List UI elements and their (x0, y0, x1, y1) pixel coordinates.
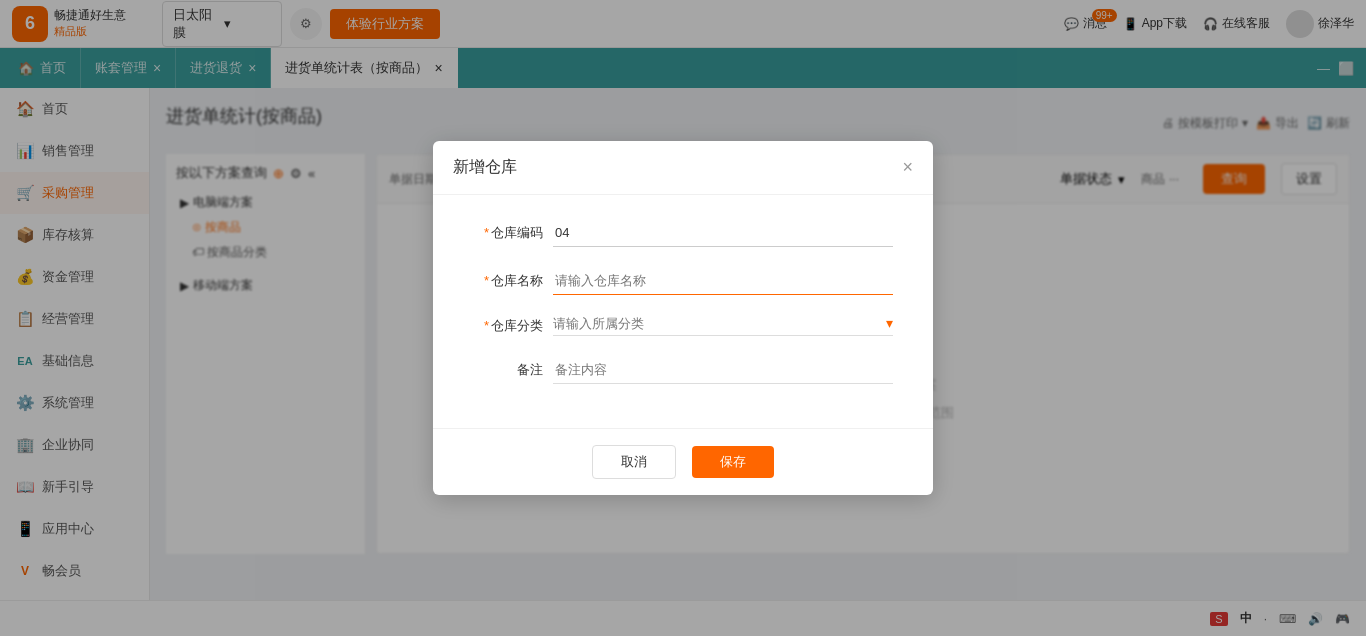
code-label: *仓库编码 (473, 224, 543, 242)
remark-input[interactable] (553, 356, 893, 384)
category-select[interactable]: ▾ (553, 315, 893, 336)
content-area: 进货单统计(按商品) 🖨 按模板打印 ▾ 📤 导出 🔄 刷新 (150, 88, 1366, 636)
modal-footer: 取消 保存 (433, 428, 933, 495)
category-dropdown-icon: ▾ (886, 315, 893, 331)
form-row-remark: 备注 (473, 356, 893, 384)
required-code: * (484, 225, 489, 240)
modal-title: 新增仓库 (453, 157, 517, 178)
modal-overlay: 新增仓库 × *仓库编码 *仓库名称 (150, 88, 1366, 636)
form-row-code: *仓库编码 (473, 219, 893, 247)
required-category: * (484, 318, 489, 333)
name-label: *仓库名称 (473, 272, 543, 290)
form-row-category: *仓库分类 ▾ (473, 315, 893, 336)
main-layout: 🏠 首页 📊 销售管理 🛒 采购管理 📦 库存核算 💰 资金管理 📋 经营管理 … (0, 88, 1366, 636)
name-input[interactable] (553, 267, 893, 295)
remark-label: 备注 (473, 361, 543, 379)
cancel-button[interactable]: 取消 (592, 445, 676, 479)
modal-body: *仓库编码 *仓库名称 *仓库分类 (433, 195, 933, 428)
code-input[interactable] (553, 219, 893, 247)
required-name: * (484, 273, 489, 288)
new-warehouse-modal: 新增仓库 × *仓库编码 *仓库名称 (433, 141, 933, 495)
save-button[interactable]: 保存 (692, 446, 774, 478)
modal-header: 新增仓库 × (433, 141, 933, 195)
modal-close-button[interactable]: × (902, 157, 913, 178)
category-label: *仓库分类 (473, 317, 543, 335)
form-row-name: *仓库名称 (473, 267, 893, 295)
category-input[interactable] (553, 316, 886, 331)
